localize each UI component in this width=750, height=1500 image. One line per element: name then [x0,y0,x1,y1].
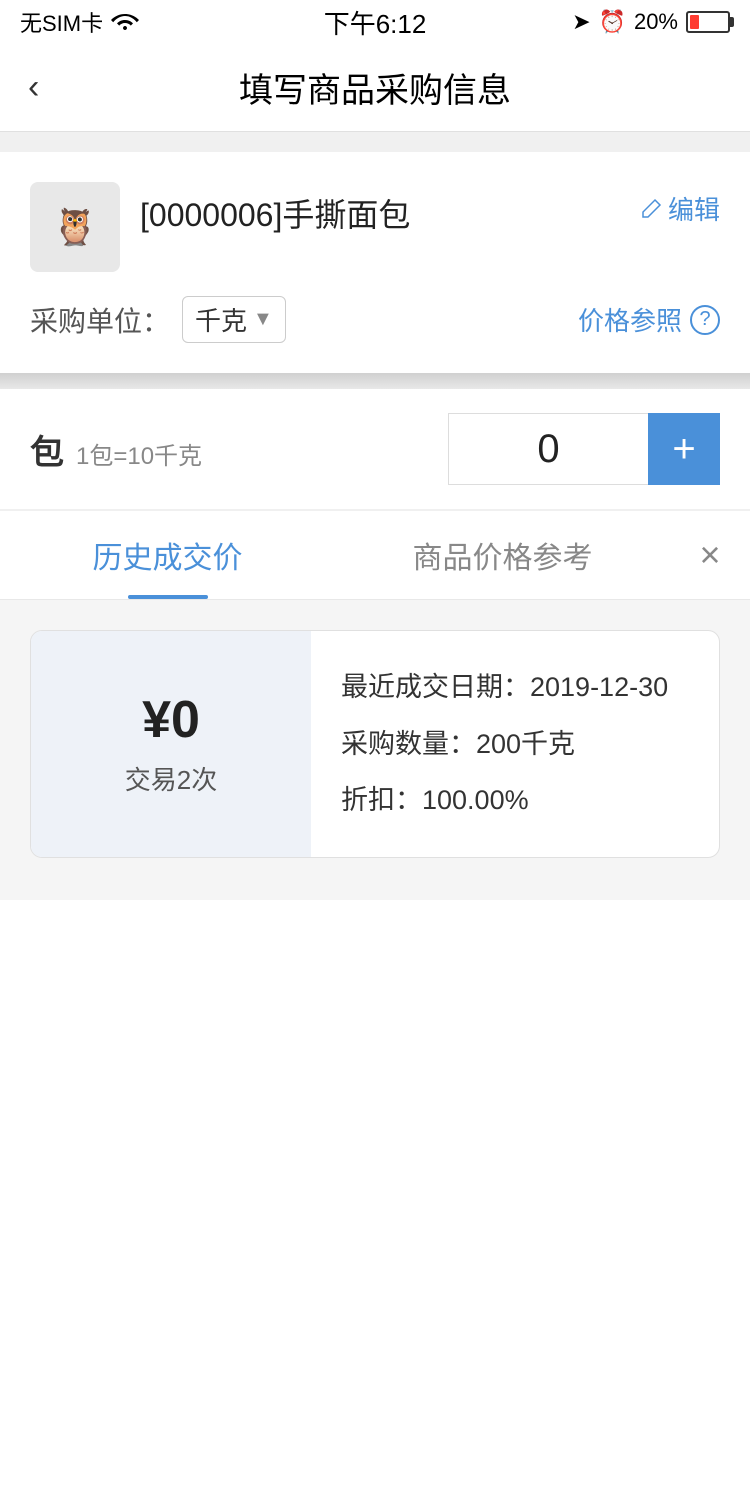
location-icon: ➤ [572,9,590,35]
transaction-count: 交易2次 [125,760,217,797]
quantity-label: 包 1包=10千克 [30,425,202,474]
transaction-qty-row: 采购数量：200千克 [341,724,689,765]
dropdown-icon: ▼ [253,308,273,331]
section-divider [0,373,750,389]
alarm-icon: ⏰ [599,9,626,35]
product-name: [0000006]手撕面包 [140,190,410,236]
tab-history-price[interactable]: 历史成交价 [0,511,335,599]
quantity-input[interactable]: 0 [448,413,648,485]
nav-bar: ‹ 填写商品采购信息 [0,44,750,132]
product-image: 🦉 [30,182,120,272]
unit-label: 采购单位： [30,300,170,340]
transaction-price-panel: ¥0 交易2次 [31,631,311,857]
transaction-date-row: 最近成交日期：2019-12-30 [341,667,689,708]
transaction-price: ¥0 [142,690,200,750]
page-title: 填写商品采购信息 [239,63,511,112]
carrier-text: 无SIM卡 [20,6,103,38]
tab-close-button[interactable]: × [670,511,750,599]
quantity-sub-label: 1包=10千克 [76,436,202,471]
product-card: 🦉 [0000006]手撕面包 编辑 采购单位： 千克 ▼ 价格参照 [0,152,750,373]
tab-product-price[interactable]: 商品价格参考 [335,511,670,599]
transaction-detail-panel: 最近成交日期：2019-12-30 采购数量：200千克 折扣：100.00% [311,631,719,857]
product-row2: 采购单位： 千克 ▼ 价格参照 ? [30,296,720,343]
tab-active-indicator [128,595,208,599]
status-time: 下午6:12 [324,4,427,41]
content-area: ¥0 交易2次 最近成交日期：2019-12-30 采购数量：200千克 折扣：… [0,600,750,900]
quantity-row: 包 1包=10千克 0 + [0,389,750,509]
unit-select[interactable]: 千克 ▼ [182,296,286,343]
quantity-plus-button[interactable]: + [648,413,720,485]
product-logo-icon: 🦉 [53,206,98,248]
battery-percent: 20% [634,9,678,35]
back-button[interactable]: ‹ [28,68,39,107]
price-ref-button[interactable]: 价格参照 ? [578,301,720,338]
wifi-icon [111,8,139,36]
status-right: ➤ ⏰ 20% [572,9,730,35]
status-bar: 无SIM卡 下午6:12 ➤ ⏰ 20% [0,0,750,44]
status-left: 无SIM卡 [20,6,139,38]
transaction-discount-row: 折扣：100.00% [341,780,689,821]
help-icon: ? [690,305,720,335]
bottom-space [0,900,750,1500]
quantity-unit: 包 [30,425,64,474]
product-info: [0000006]手撕面包 [140,182,410,236]
tab-bar: 历史成交价 商品价格参考 × [0,511,750,600]
transaction-card: ¥0 交易2次 最近成交日期：2019-12-30 采购数量：200千克 折扣：… [30,630,720,858]
product-header: 🦉 [0000006]手撕面包 编辑 [30,182,720,272]
quantity-control: 0 + [448,413,720,485]
battery-icon [686,11,730,33]
product-left: 🦉 [0000006]手撕面包 [30,182,410,272]
edit-button[interactable]: 编辑 [640,190,720,227]
